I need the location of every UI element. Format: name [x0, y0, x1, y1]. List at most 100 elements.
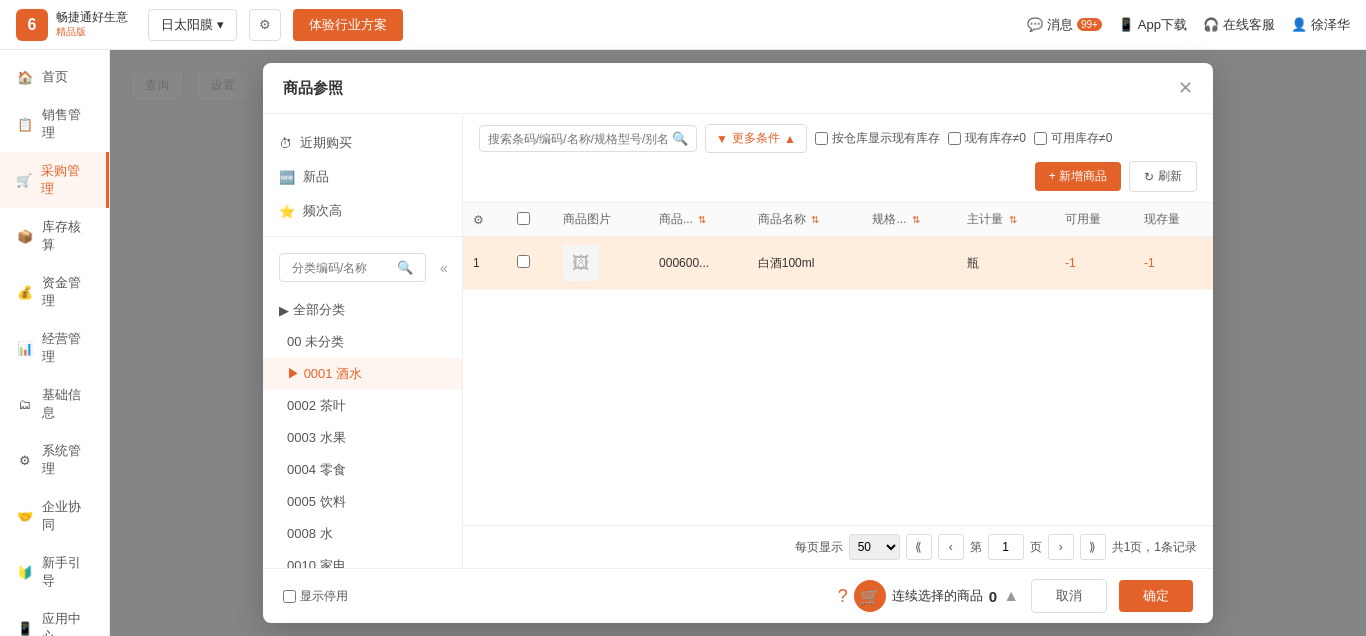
checkbox-current-stock[interactable]: 现有库存≠0 [948, 130, 1026, 147]
messages-nav-item[interactable]: 💬 消息 99+ [1027, 16, 1102, 34]
trial-button[interactable]: 体验行业方案 [293, 9, 403, 41]
category-snack-label: 0004 零食 [287, 462, 346, 477]
recent-purchase-menu-item[interactable]: ⏱ 近期购买 [263, 126, 462, 160]
new-product-menu-item[interactable]: 🆕 新品 [263, 160, 462, 194]
app-download-label: App下载 [1138, 16, 1187, 34]
sidebar-item-operations[interactable]: 📊 经营管理 [0, 320, 109, 376]
sidebar-item-enterprise[interactable]: 🤝 企业协同 [0, 488, 109, 544]
category-water[interactable]: 0008 水 [263, 518, 462, 550]
sidebar-item-finance[interactable]: 💰 资金管理 [0, 264, 109, 320]
collapse-cart-icon[interactable]: ▲ [1003, 587, 1019, 605]
sort-spec-icon[interactable]: ⇅ [912, 214, 920, 225]
col-image: 商品图片 [553, 203, 649, 237]
app-download-item[interactable]: 📱 App下载 [1118, 16, 1187, 34]
table-row[interactable]: 1 🖼 000600... 白酒100ml [463, 237, 1213, 290]
filter-button[interactable]: ▼ 更多条件 ▲ [705, 124, 807, 153]
category-liquor[interactable]: ▶ 0001 酒水 [263, 358, 462, 390]
page-label: 第 [970, 539, 982, 556]
logo-area: 6 畅捷通好生意 精品版 [16, 9, 136, 41]
sidebar: 🏠 首页 📋 销售管理 🛒 采购管理 📦 库存核算 💰 资金管理 📊 经营管理 … [0, 50, 110, 636]
page-number-input[interactable] [988, 534, 1024, 560]
current-stock-checkbox[interactable] [948, 132, 961, 145]
help-icon[interactable]: ? [838, 586, 848, 607]
sidebar-item-basics[interactable]: 🗂 基础信息 [0, 376, 109, 432]
frequent-menu-item[interactable]: ⭐ 频次高 [263, 194, 462, 228]
message-icon: 💬 [1027, 17, 1043, 32]
last-page-button[interactable]: ⟫ [1080, 534, 1106, 560]
per-page-label: 每页显示 [795, 539, 843, 556]
table-settings-icon[interactable]: ⚙ [473, 213, 484, 227]
avatar-icon: 👤 [1291, 17, 1307, 32]
cart-section: ? 🛒 连续选择的商品 0 ▲ [838, 580, 1019, 612]
filter-label: 更多条件 [732, 130, 780, 147]
sort-name-icon[interactable]: ⇅ [811, 214, 819, 225]
sidebar-item-purchase[interactable]: 🛒 采购管理 [0, 152, 109, 208]
add-product-button[interactable]: + 新增商品 [1035, 162, 1121, 191]
modal-close-button[interactable]: ✕ [1178, 77, 1193, 99]
category-search-input[interactable] [292, 261, 393, 275]
checkbox-warehouse-stock[interactable]: 按仓库显示现有库存 [815, 130, 940, 147]
category-tea[interactable]: 0002 茶叶 [263, 390, 462, 422]
first-page-button[interactable]: ⟪ [906, 534, 932, 560]
user-profile-item[interactable]: 👤 徐泽华 [1291, 16, 1350, 34]
category-list: ▶ 全部分类 00 未分类 ▶ 0001 酒水 0002 [263, 290, 462, 568]
headset-icon: 🎧 [1203, 17, 1219, 32]
cancel-button[interactable]: 取消 [1031, 579, 1107, 613]
cart-icon[interactable]: 🛒 [854, 580, 886, 612]
col-code: 商品... ⇅ [649, 203, 748, 237]
category-fruit[interactable]: 0003 水果 [263, 422, 462, 454]
modal-header: 商品参照 ✕ [263, 63, 1213, 114]
show-disabled-checkbox-label[interactable]: 显示停用 [283, 588, 348, 605]
row-code-cell: 000600... [649, 237, 748, 290]
sidebar-item-home[interactable]: 🏠 首页 [0, 58, 109, 96]
row-stock-cell: -1 [1134, 237, 1213, 290]
prev-page-button[interactable]: ‹ [938, 534, 964, 560]
modal-body: ⏱ 近期购买 🆕 新品 ⭐ 频次高 [263, 114, 1213, 568]
col-available: 可用量 [1055, 203, 1134, 237]
checkbox-available-stock[interactable]: 可用库存≠0 [1034, 130, 1112, 147]
sidebar-item-system[interactable]: ⚙ 系统管理 [0, 432, 109, 488]
triangle-right-icon: ▶ [279, 303, 289, 318]
pagination: 每页显示 50 10 20 100 ⟪ ‹ 第 页 [463, 525, 1213, 568]
category-beverage[interactable]: 0005 饮料 [263, 486, 462, 518]
warehouse-stock-checkbox[interactable] [815, 132, 828, 145]
checkbox2-label: 现有库存≠0 [965, 130, 1026, 147]
select-all-checkbox[interactable] [517, 212, 530, 225]
settings-button[interactable]: ⚙ [249, 9, 281, 41]
category-search-box[interactable]: 🔍 [279, 253, 426, 282]
row-checkbox[interactable] [517, 255, 530, 268]
collapse-button[interactable]: « [434, 258, 454, 278]
sidebar-inventory-label: 库存核算 [42, 218, 93, 254]
sort-unit-icon[interactable]: ⇅ [1009, 214, 1017, 225]
category-all[interactable]: ▶ 全部分类 [263, 294, 462, 326]
frequent-label: 频次高 [303, 202, 342, 220]
checkbox1-label: 按仓库显示现有库存 [832, 130, 940, 147]
sort-code-icon[interactable]: ⇅ [698, 214, 706, 225]
product-search-input[interactable] [488, 132, 668, 146]
divider [263, 236, 462, 237]
appstore-icon: 📱 [16, 619, 34, 636]
sidebar-item-inventory[interactable]: 📦 库存核算 [0, 208, 109, 264]
sidebar-item-appstore[interactable]: 📱 应用中心 [0, 600, 109, 636]
triangle-active-icon: ▶ [287, 366, 304, 381]
category-uncategorized[interactable]: 00 未分类 [263, 326, 462, 358]
refresh-icon: ↻ [1144, 170, 1154, 184]
category-snack[interactable]: 0004 零食 [263, 454, 462, 486]
per-page-select[interactable]: 50 10 20 100 [849, 534, 900, 560]
refresh-button[interactable]: ↻ 刷新 [1129, 161, 1197, 192]
category-fruit-label: 0003 水果 [287, 430, 346, 445]
nav-dropdown[interactable]: 日太阳膜 ▾ [148, 9, 237, 41]
category-appliance[interactable]: 0010 家电 [263, 550, 462, 568]
next-page-button[interactable]: › [1048, 534, 1074, 560]
sidebar-item-sales[interactable]: 📋 销售管理 [0, 96, 109, 152]
system-icon: ⚙ [16, 451, 34, 469]
show-disabled-checkbox[interactable] [283, 590, 296, 603]
online-service-item[interactable]: 🎧 在线客服 [1203, 16, 1275, 34]
row-spec-cell [862, 237, 957, 290]
confirm-button[interactable]: 确定 [1119, 580, 1193, 612]
modal-overlay: 商品参照 ✕ ⏱ 近期购买 🆕 新品 [110, 50, 1366, 636]
available-stock-checkbox[interactable] [1034, 132, 1047, 145]
history-icon: ⏱ [279, 136, 292, 151]
sidebar-item-newbie[interactable]: 🔰 新手引导 [0, 544, 109, 600]
product-search-box[interactable]: 🔍 [479, 125, 697, 152]
